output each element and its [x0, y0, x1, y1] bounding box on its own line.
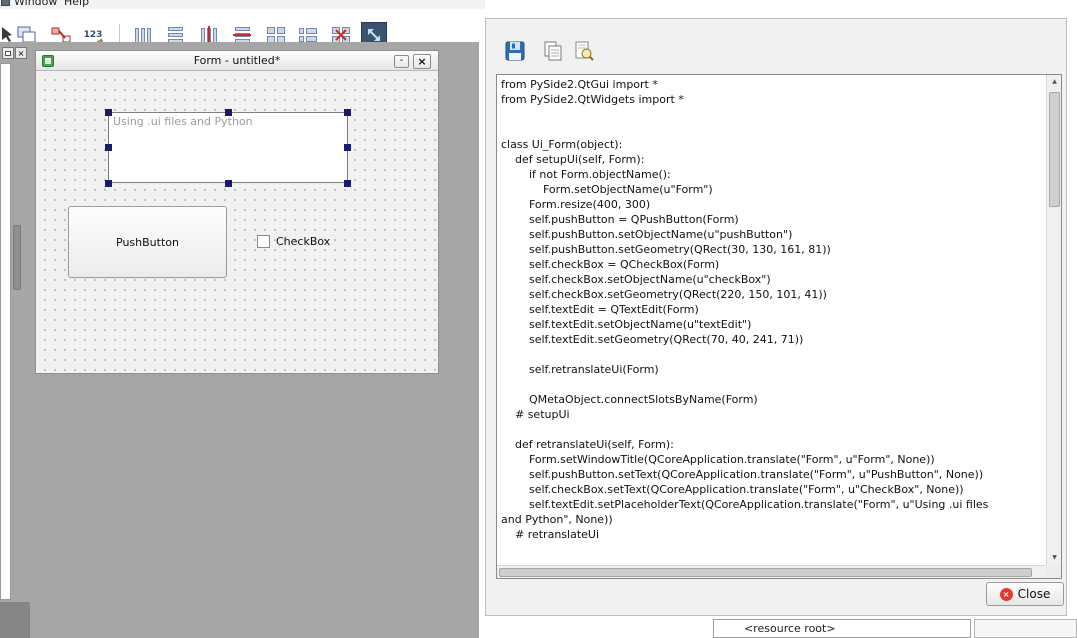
screen: Window Help 123 [0, 0, 1077, 638]
code-view[interactable]: from PySide2.QtGui import * from PySide2… [496, 74, 1062, 579]
selection-handle-top-center[interactable] [225, 109, 232, 116]
form-window: Form - untitled* - × Using .ui files and… [35, 50, 439, 374]
copy-button[interactable] [539, 37, 567, 65]
dock-float-button[interactable] [2, 47, 14, 59]
widgetbox-panel-edge [0, 63, 11, 600]
horizontal-scrollbar[interactable] [497, 565, 1046, 578]
close-x-glyph: × [1003, 590, 1010, 599]
scrollbar-corner [1046, 565, 1061, 578]
code-preview-dialog: from PySide2.QtGui import * from PySide2… [485, 18, 1067, 616]
code-text: from PySide2.QtGui import * from PySide2… [501, 77, 1044, 564]
copy-icon [542, 40, 564, 62]
scroll-up-icon[interactable]: ▲ [1047, 75, 1062, 89]
checkbox-label[interactable]: CheckBox [276, 235, 330, 248]
float-icon [5, 51, 11, 56]
pushbutton-widget[interactable]: PushButton [68, 206, 227, 278]
vertical-scroll-handle[interactable] [1049, 92, 1060, 207]
checkbox-indicator[interactable] [257, 235, 270, 248]
horizontal-scroll-handle[interactable] [499, 568, 1032, 577]
selection-handle-bottom-left[interactable] [105, 180, 112, 187]
resource-panel-fragment [974, 619, 1077, 638]
vertical-scrollbar[interactable]: ▲ ▼ [1046, 75, 1061, 565]
splitter-line-icon [233, 34, 251, 36]
selection-handle-top-right[interactable] [344, 109, 351, 116]
close-circle-icon: × [1000, 588, 1013, 601]
save-icon [504, 40, 526, 62]
textedit-widget[interactable]: Using .ui files and Python [108, 112, 348, 183]
selection-handle-mid-left[interactable] [105, 144, 112, 151]
form-canvas[interactable]: Using .ui files and Python PushButton Ch… [36, 71, 438, 373]
close-dialog-button[interactable]: × Close [986, 582, 1064, 606]
find-icon [573, 40, 595, 62]
menubar: Window Help [0, 0, 485, 9]
save-button[interactable] [501, 37, 529, 65]
resource-root-row[interactable]: <resource root> [713, 619, 971, 638]
dock-close-button[interactable]: × [15, 47, 27, 59]
window-menu-icon[interactable] [1, 0, 10, 6]
selection-handle-mid-right[interactable] [344, 144, 351, 151]
close-button[interactable]: × [413, 54, 431, 69]
dock-scrollbar-handle[interactable] [13, 225, 21, 290]
scroll-down-icon[interactable]: ▼ [1047, 551, 1062, 565]
close-label: Close [1018, 587, 1051, 601]
main-toolbar: 123 [0, 9, 485, 42]
selection-handle-top-left[interactable] [105, 109, 112, 116]
dock-corner [0, 602, 30, 638]
form-title: Form - untitled* [36, 54, 438, 67]
form-layout-icon [299, 28, 317, 42]
menu-help[interactable]: Help [64, 0, 89, 8]
find-button[interactable] [570, 37, 598, 65]
selection-handle-bottom-right[interactable] [344, 180, 351, 187]
minimize-button[interactable]: - [394, 55, 409, 68]
menu-window[interactable]: Window [14, 0, 57, 8]
resource-root-label: <resource root> [744, 622, 836, 635]
selection-handle-bottom-center[interactable] [225, 180, 232, 187]
textedit-placeholder: Using .ui files and Python [113, 115, 253, 128]
grid-icon [267, 27, 285, 43]
form-titlebar[interactable]: Form - untitled* - × [36, 51, 438, 71]
close-icon: × [18, 49, 25, 58]
